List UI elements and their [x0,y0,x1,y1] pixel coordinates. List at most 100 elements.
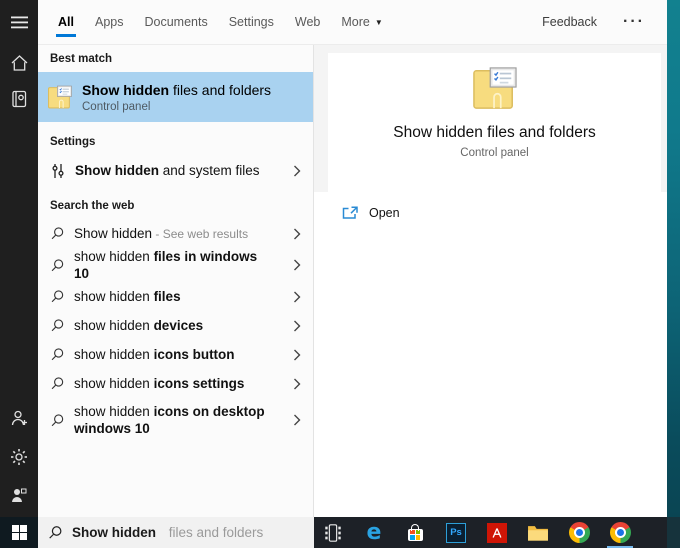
chrome-button[interactable] [567,517,591,548]
best-match-title: Show hidden files and folders [82,81,272,98]
desktop-wallpaper [667,0,680,517]
more-options-icon[interactable]: ··· [623,14,645,30]
web-result-item[interactable]: show hidden files [38,282,313,311]
search-icon [51,319,64,332]
search-icon [49,526,62,539]
microsoft-store-button[interactable] [403,517,427,548]
preview-card-band: Show hidden files and folders Control pa… [314,45,667,192]
chrome-button-active[interactable] [607,517,633,548]
taskbar-search-input[interactable]: Show hidden files and folders [38,517,314,548]
search-icon [51,413,64,426]
microsoft-store-icon [407,523,423,541]
notebook-icon [12,90,27,108]
open-action[interactable]: Open [314,192,667,230]
chevron-right-icon [293,349,301,361]
tab-more[interactable]: More ▼ [341,0,382,44]
hamburger-icon [10,16,28,28]
file-explorer-button[interactable] [526,517,550,548]
best-match-header: Best match [50,53,112,65]
web-result-text: show hidden icons button [74,347,235,362]
tab-web[interactable]: Web [295,0,320,44]
search-icon [51,348,64,361]
user-picture-button[interactable] [0,478,38,512]
best-match-subtitle: Control panel [82,100,151,113]
chrome-icon [609,522,631,543]
best-match-item[interactable]: Show hidden files and folders Control pa… [38,72,313,122]
web-result-item[interactable]: show hidden icons button [38,340,313,369]
web-result-text: show hidden icons settings [74,376,245,391]
windows-search-screen: All Apps Documents Settings Web More ▼ Fe… [0,0,680,548]
settings-result-text: Show hidden and system files [75,163,260,178]
task-view-icon [325,523,341,542]
search-typed-text: Show hidden [72,525,156,540]
settings-button[interactable] [0,440,38,474]
preview-subtitle: Control panel [460,147,529,159]
home-button[interactable] [0,46,38,80]
tab-web-label: Web [294,15,321,29]
dropdown-arrow-icon: ▼ [374,17,383,27]
search-icon [51,258,64,271]
add-account-icon [11,410,27,426]
search-side-rail [0,0,38,517]
web-section-header: Search the web [50,200,135,212]
web-result-text: show hidden icons on desktop windows 10 [74,404,265,436]
tab-settings[interactable]: Settings [229,0,274,44]
web-result-text: show hidden devices [74,318,204,333]
web-result-item[interactable]: show hidden devices [38,311,313,340]
chrome-icon [568,522,590,543]
taskbar-icons: e Ps [314,517,667,548]
file-explorer-icon [528,526,548,541]
hamburger-menu-button[interactable] [0,5,38,39]
chevron-right-icon [293,414,301,426]
taskbar-right-edge [667,517,680,548]
tab-apps[interactable]: Apps [95,0,124,44]
search-icon [51,227,64,240]
tab-all[interactable]: All [56,0,76,44]
tab-documents[interactable]: Documents [144,0,207,44]
search-icon [51,377,64,390]
chevron-right-icon [293,378,301,390]
web-result-item[interactable]: show hidden icons settings [38,369,313,398]
taskbar: Show hidden files and folders e Ps [0,517,680,548]
search-flyout: All Apps Documents Settings Web More ▼ Fe… [38,0,667,517]
photoshop-icon: Ps [446,522,466,543]
edge-icon: e [366,519,382,545]
chevron-right-icon [293,259,301,271]
feedback-button[interactable]: Feedback [542,15,597,29]
web-result-text: show hidden files [74,289,181,304]
acrobat-reader-button[interactable] [485,517,509,548]
chevron-right-icon [293,165,301,177]
user-picture-icon [12,488,27,502]
search-results-area: Best match Show hidden files and folders… [38,45,667,517]
chevron-right-icon [293,228,301,240]
control-panel-folder-icon [48,85,72,109]
task-view-button[interactable] [321,517,345,548]
web-result-text: show hidden files in windows 10 [74,249,258,281]
edge-button[interactable]: e [362,517,386,548]
search-icon [51,290,64,303]
control-panel-folder-icon-large [472,67,517,109]
chevron-right-icon [293,320,301,332]
add-account-button[interactable] [0,401,38,435]
web-result-item[interactable]: show hidden icons on desktop windows 10 [38,398,313,442]
web-result-item[interactable]: show hidden files in windows 10 [38,248,313,282]
chevron-right-icon [293,291,301,303]
search-filter-tabbar: All Apps Documents Settings Web More ▼ Fe… [38,0,667,45]
tab-all-label: All [58,15,74,29]
settings-gear-icon [11,449,27,465]
toggles-icon [52,163,64,178]
preview-title: Show hidden files and folders [393,124,596,141]
search-suggestion-text: files and folders [165,525,264,540]
acrobat-reader-icon [487,522,507,543]
web-result-item[interactable]: Show hidden - See web results [38,219,313,248]
tab-apps-label: Apps [94,15,124,29]
results-list: Best match Show hidden files and folders… [38,45,314,517]
photoshop-button[interactable]: Ps [444,517,468,548]
start-button[interactable] [0,517,38,548]
open-external-icon [342,206,358,219]
notebook-button[interactable] [0,82,38,116]
web-result-text: Show hidden - See web results [74,225,249,241]
tab-settings-label: Settings [228,15,274,29]
settings-result-item[interactable]: Show hidden and system files [38,155,313,186]
home-icon [11,55,27,71]
